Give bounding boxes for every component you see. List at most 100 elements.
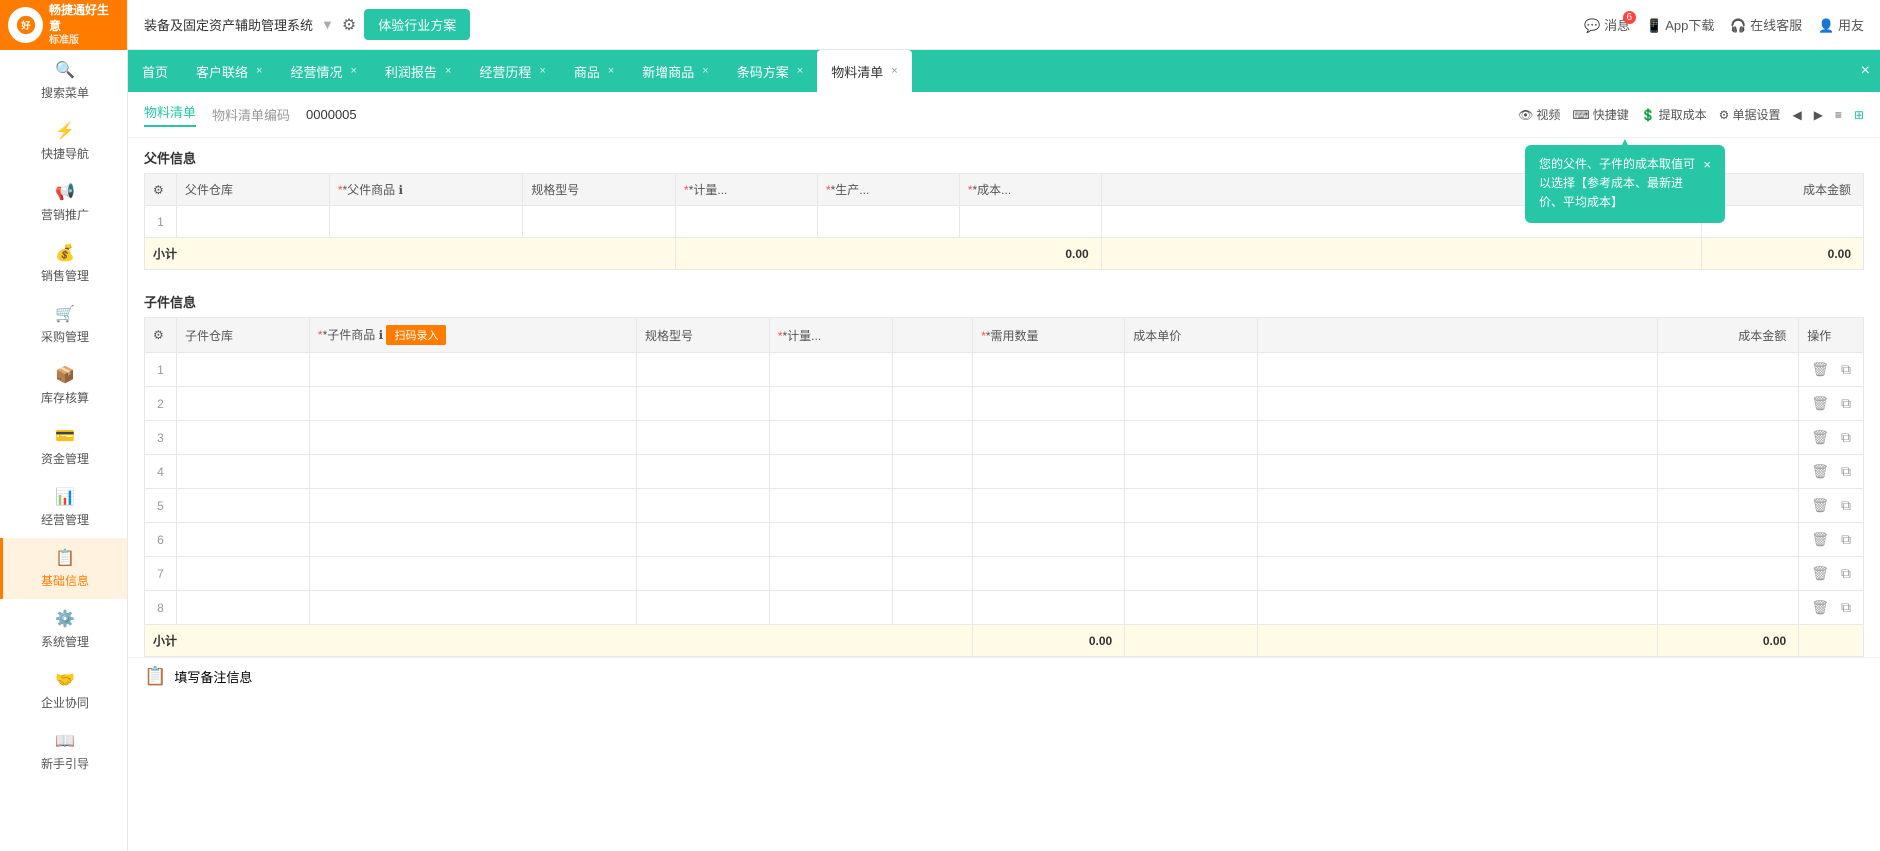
child-cell-amount-7[interactable]	[1658, 557, 1799, 591]
copy-row-1[interactable]: ⧉	[1837, 359, 1855, 380]
parent-th-gear[interactable]: ⚙	[145, 174, 177, 206]
child-cell-spec-2[interactable]	[636, 387, 769, 421]
tab-business[interactable]: 经营情况 ×	[276, 50, 370, 92]
delete-row-2[interactable]: 🗑	[1807, 393, 1833, 414]
child-cell-need-qty-4[interactable]	[973, 455, 1125, 489]
action-view[interactable]: 👁 视频	[1518, 106, 1560, 123]
tab-new-goods[interactable]: 新增商品 ×	[628, 50, 722, 92]
message-badge[interactable]: 💬 消息 6	[1584, 15, 1630, 34]
action-single-settings[interactable]: ⚙ 单据设置	[1719, 106, 1781, 123]
child-cell-cost-price-4[interactable]	[1125, 455, 1258, 489]
close-new-goods-tab[interactable]: ×	[702, 65, 708, 77]
sidebar-item-system[interactable]: ⚙️ 系统管理	[0, 599, 127, 660]
parent-cell-spec-1[interactable]	[523, 206, 676, 238]
sidebar-item-finance[interactable]: 💳 资金管理	[0, 416, 127, 477]
child-cell-spec-1[interactable]	[636, 353, 769, 387]
child-cell-qty-6[interactable]	[769, 523, 892, 557]
child-cell-spec-5[interactable]	[636, 489, 769, 523]
tab-customer[interactable]: 客户联络 ×	[182, 50, 276, 92]
child-cell-amount-6[interactable]	[1658, 523, 1799, 557]
child-cell-warehouse-5[interactable]	[177, 489, 310, 523]
close-history-tab[interactable]: ×	[539, 65, 545, 77]
scan-button[interactable]: 扫码录入	[386, 325, 446, 345]
child-cell-cost-price-2[interactable]	[1125, 387, 1258, 421]
child-cell-cost-price-7[interactable]	[1125, 557, 1258, 591]
close-bom-tab[interactable]: ×	[891, 65, 897, 77]
trial-button[interactable]: 体验行业方案	[364, 9, 470, 40]
close-barcode-tab[interactable]: ×	[797, 65, 803, 77]
child-cell-cost-price-8[interactable]	[1125, 591, 1258, 625]
parent-cell-amount-1[interactable]	[1701, 206, 1863, 238]
sidebar-item-sales[interactable]: 💰 销售管理	[0, 233, 127, 294]
delete-row-7[interactable]: 🗑	[1807, 563, 1833, 584]
child-cell-goods-4[interactable]	[309, 455, 636, 489]
child-cell-goods-3[interactable]	[309, 421, 636, 455]
app-download[interactable]: 📱 App下载	[1646, 15, 1714, 34]
delete-row-1[interactable]: 🗑	[1807, 359, 1833, 380]
child-cell-cost-price-5[interactable]	[1125, 489, 1258, 523]
tooltip-close-button[interactable]: ×	[1703, 155, 1711, 176]
child-cell-warehouse-3[interactable]	[177, 421, 310, 455]
child-cell-warehouse-4[interactable]	[177, 455, 310, 489]
child-cell-amount-2[interactable]	[1658, 387, 1799, 421]
sidebar-item-inventory[interactable]: 📦 库存核算	[0, 355, 127, 416]
action-cost[interactable]: 💲 提取成本	[1641, 106, 1707, 123]
child-cell-qty-3[interactable]	[769, 421, 892, 455]
child-th-gear[interactable]: ⚙	[145, 318, 177, 353]
subheader-bom-list[interactable]: 物料清单	[144, 102, 196, 127]
copy-row-7[interactable]: ⧉	[1837, 563, 1855, 584]
child-cell-qty-7[interactable]	[769, 557, 892, 591]
child-cell-amount-3[interactable]	[1658, 421, 1799, 455]
child-cell-cost-price-1[interactable]	[1125, 353, 1258, 387]
copy-row-8[interactable]: ⧉	[1837, 597, 1855, 618]
sidebar-item-quick-nav[interactable]: ⚡ 快捷导航	[0, 111, 127, 172]
sidebar-item-guide[interactable]: 📖 新手引导	[0, 721, 127, 782]
tab-barcode[interactable]: 条码方案 ×	[723, 50, 817, 92]
parent-cell-goods-1[interactable]	[329, 206, 522, 238]
parent-cell-warehouse-1[interactable]	[177, 206, 330, 238]
close-business-tab[interactable]: ×	[350, 65, 356, 77]
parent-cell-qty-1[interactable]	[676, 206, 818, 238]
child-cell-cost-price-3[interactable]	[1125, 421, 1258, 455]
close-goods-tab[interactable]: ×	[608, 65, 614, 77]
tab-profit[interactable]: 利润报告 ×	[371, 50, 465, 92]
child-cell-need-qty-1[interactable]	[973, 353, 1125, 387]
delete-row-5[interactable]: 🗑	[1807, 495, 1833, 516]
sidebar-item-purchase[interactable]: 🛒 采购管理	[0, 294, 127, 355]
list-view-icon[interactable]: ≡	[1835, 108, 1842, 122]
copy-row-2[interactable]: ⧉	[1837, 393, 1855, 414]
nav-prev[interactable]: ◀	[1792, 108, 1801, 122]
tab-goods[interactable]: 商品 ×	[560, 50, 628, 92]
child-cell-spec-4[interactable]	[636, 455, 769, 489]
tab-history[interactable]: 经营历程 ×	[465, 50, 559, 92]
child-cell-goods-2[interactable]	[309, 387, 636, 421]
child-cell-warehouse-7[interactable]	[177, 557, 310, 591]
grid-view-icon[interactable]: ⊞	[1854, 108, 1864, 122]
child-cell-need-qty-3[interactable]	[973, 421, 1125, 455]
sidebar-item-marketing[interactable]: 📢 营销推广	[0, 172, 127, 233]
child-cell-spec-6[interactable]	[636, 523, 769, 557]
child-cell-qty-4[interactable]	[769, 455, 892, 489]
delete-row-3[interactable]: 🗑	[1807, 427, 1833, 448]
child-cell-warehouse-1[interactable]	[177, 353, 310, 387]
sidebar-item-basic[interactable]: 📋 基础信息	[0, 538, 127, 599]
child-cell-goods-8[interactable]	[309, 591, 636, 625]
child-cell-need-qty-5[interactable]	[973, 489, 1125, 523]
child-cell-amount-4[interactable]	[1658, 455, 1799, 489]
nav-next[interactable]: ▶	[1814, 108, 1823, 122]
child-cell-goods-1[interactable]	[309, 353, 636, 387]
delete-row-4[interactable]: 🗑	[1807, 461, 1833, 482]
child-cell-amount-5[interactable]	[1658, 489, 1799, 523]
child-cell-qty-5[interactable]	[769, 489, 892, 523]
sidebar-item-collab[interactable]: 🤝 企业协同	[0, 660, 127, 721]
child-cell-need-qty-7[interactable]	[973, 557, 1125, 591]
close-profit-tab[interactable]: ×	[445, 65, 451, 77]
child-cell-amount-1[interactable]	[1658, 353, 1799, 387]
child-cell-goods-5[interactable]	[309, 489, 636, 523]
child-cell-spec-3[interactable]	[636, 421, 769, 455]
child-cell-qty-8[interactable]	[769, 591, 892, 625]
child-cell-need-qty-2[interactable]	[973, 387, 1125, 421]
tab-home[interactable]: 首页	[128, 50, 182, 92]
action-shortcut[interactable]: ⌨ 快捷键	[1572, 106, 1628, 123]
delete-row-6[interactable]: 🗑	[1807, 529, 1833, 550]
